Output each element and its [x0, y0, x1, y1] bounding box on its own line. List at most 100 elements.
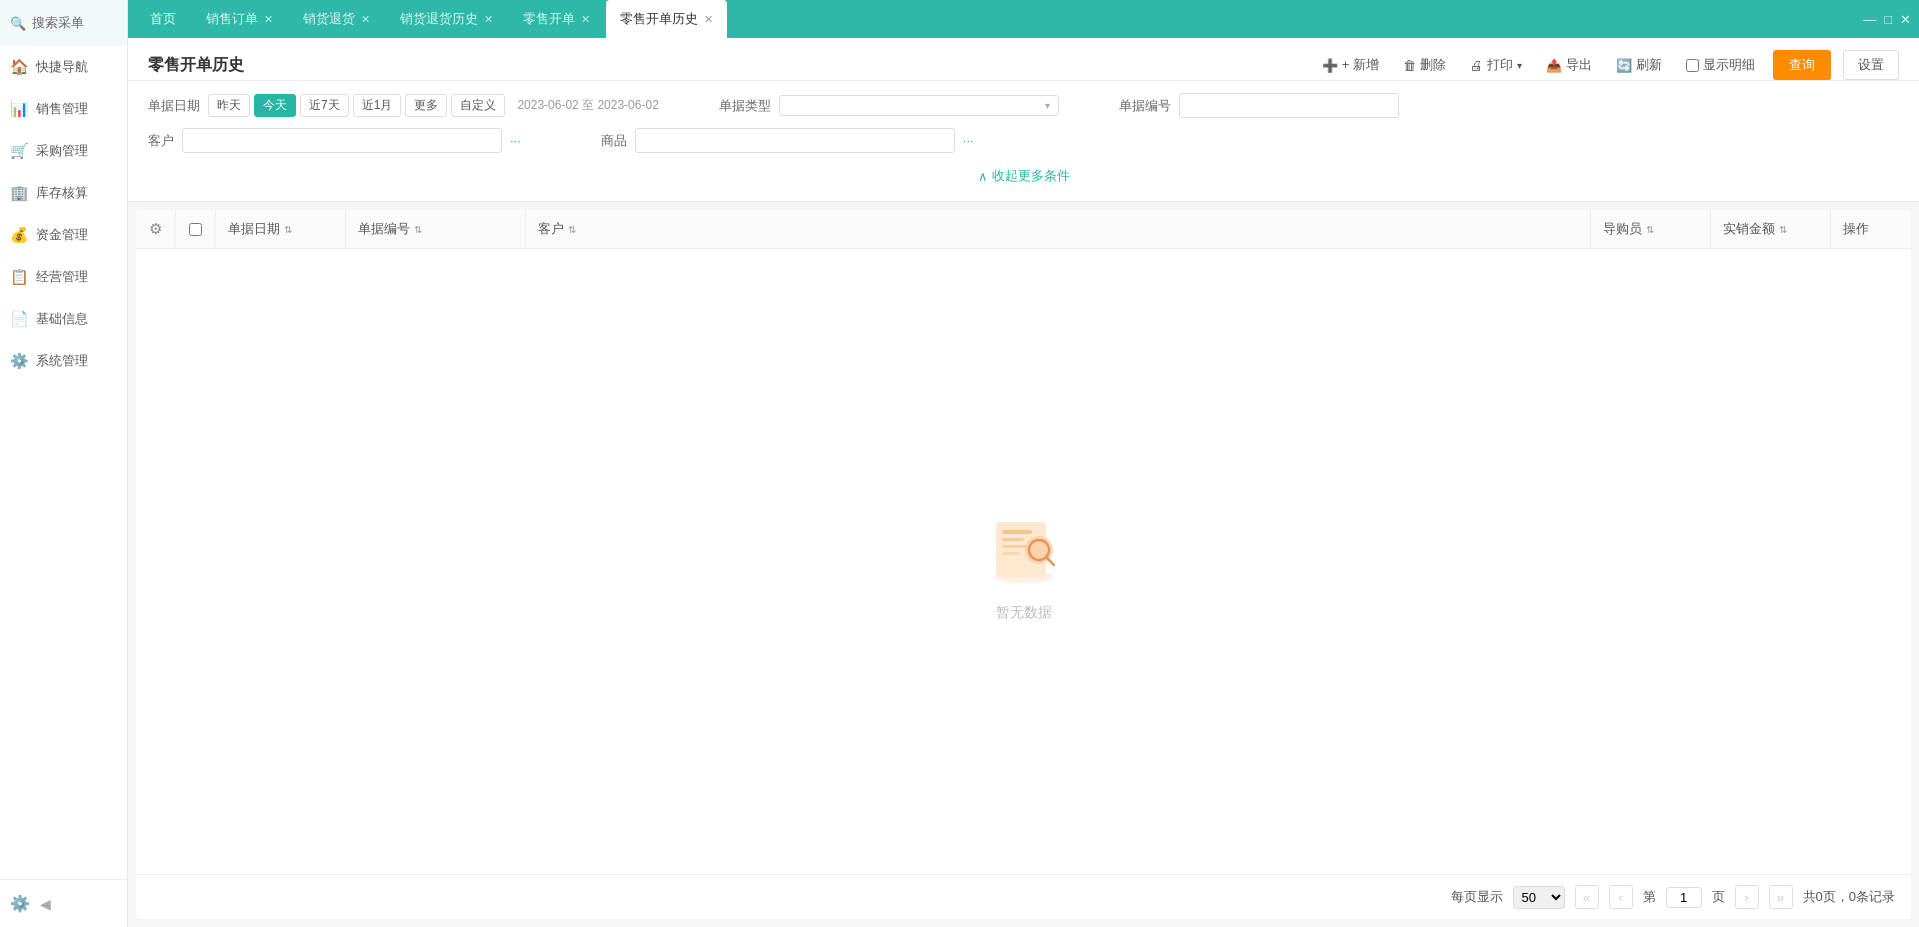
gear-icon[interactable]: ⚙	[149, 220, 162, 238]
th-check[interactable]	[176, 210, 216, 248]
collapse-sidebar-icon[interactable]: ◀	[40, 896, 51, 912]
collapse-button[interactable]: ∧ 收起更多条件	[968, 163, 1080, 189]
per-page-select[interactable]: 50 10 20 100	[1513, 886, 1565, 909]
th-date: 单据日期 ⇅	[216, 210, 346, 248]
th-settings[interactable]: ⚙	[136, 210, 176, 248]
sidebar: 🔍 搜索采单 🏠 快捷导航 📊 销售管理 🛒 采购管理 🏢 库存核算 💰 资金管…	[0, 0, 128, 927]
display-detail-button[interactable]: 显示明细	[1680, 52, 1761, 78]
goods-label: 商品	[601, 132, 627, 150]
delete-button[interactable]: 🗑 删除	[1397, 52, 1452, 78]
chart-icon: 📊	[10, 100, 28, 118]
bill-type-label: 单据类型	[719, 97, 771, 115]
bill-num-input[interactable]	[1179, 93, 1399, 118]
sidebar-item-basic-info[interactable]: 📄 基础信息	[0, 298, 127, 340]
th-guide: 导购员 ⇅	[1591, 210, 1711, 248]
sidebar-item-operation[interactable]: 📋 经营管理	[0, 256, 127, 298]
plus-icon: ➕	[1322, 58, 1338, 73]
print-button[interactable]: 🖨 打印 ▾	[1464, 52, 1528, 78]
sidebar-item-label: 资金管理	[36, 226, 88, 244]
sidebar-item-sales-mgmt[interactable]: 📊 销售管理	[0, 88, 127, 130]
export-button[interactable]: 📤 导出	[1540, 52, 1598, 78]
svg-rect-4	[1002, 545, 1028, 548]
gear-sidebar-icon: ⚙️	[10, 352, 28, 370]
bill-type-select[interactable]: ▾	[779, 95, 1059, 116]
trash-icon: 🗑	[1403, 58, 1416, 73]
sort-guide-icon[interactable]: ⇅	[1646, 224, 1654, 235]
date-filter-label: 单据日期	[148, 97, 200, 115]
customer-dots[interactable]: ···	[510, 133, 521, 148]
refresh-button[interactable]: 🔄 刷新	[1610, 52, 1668, 78]
customer-input[interactable]	[182, 128, 502, 153]
th-guide-label: 导购员	[1603, 220, 1642, 238]
last7-btn[interactable]: 近7天	[300, 94, 349, 117]
sidebar-search-label: 搜索采单	[32, 14, 84, 32]
print-icon: 🖨	[1470, 58, 1483, 73]
svg-line-8	[1047, 558, 1054, 565]
doc-icon: 📄	[10, 310, 28, 328]
sidebar-item-label: 采购管理	[36, 142, 88, 160]
goods-dots[interactable]: ···	[963, 133, 974, 148]
maximize-icon[interactable]: □	[1884, 12, 1892, 27]
sidebar-bottom: ⚙️ ◀	[0, 879, 127, 927]
sort-date-icon[interactable]: ⇅	[284, 224, 292, 235]
sidebar-item-inventory[interactable]: 🏢 库存核算	[0, 172, 127, 214]
sort-amount-icon[interactable]: ⇅	[1779, 224, 1787, 235]
svg-rect-3	[1002, 538, 1024, 541]
empty-illustration	[974, 502, 1074, 592]
sidebar-item-purchase-mgmt[interactable]: 🛒 采购管理	[0, 130, 127, 172]
date-filter: 单据日期 昨天 今天 近7天 近1月 更多 自定义 2023-06-02 至 2…	[148, 94, 659, 117]
first-page-btn[interactable]: «	[1575, 885, 1599, 909]
page-input[interactable]	[1666, 887, 1702, 908]
bill-num-filter: 单据编号	[1119, 93, 1399, 118]
cart-icon: 🛒	[10, 142, 28, 160]
th-actions: 操作	[1831, 210, 1911, 248]
custom-btn[interactable]: 自定义	[451, 94, 505, 117]
sort-customer-icon[interactable]: ⇅	[568, 224, 576, 235]
minimize-icon[interactable]: —	[1863, 12, 1876, 27]
more-btn[interactable]: 更多	[405, 94, 447, 117]
tab-close-icon[interactable]: ✕	[361, 13, 370, 26]
today-btn[interactable]: 今天	[254, 94, 296, 117]
next-page-btn[interactable]: ›	[1735, 885, 1759, 909]
tab-close-icon[interactable]: ✕	[704, 13, 713, 26]
main-area: 首页 销售订单 ✕ 销货退货 ✕ 销货退货历史 ✕ 零售开单 ✕ 零售开单历史 …	[128, 0, 1919, 927]
close-window-icon[interactable]: ✕	[1900, 12, 1911, 27]
prev-page-btn[interactable]: ‹	[1609, 885, 1633, 909]
date-buttons: 昨天 今天 近7天 近1月 更多 自定义	[208, 94, 505, 117]
settings-bottom-icon[interactable]: ⚙️	[10, 894, 30, 913]
table-header: ⚙ 单据日期 ⇅ 单据编号 ⇅ 客户 ⇅ 导购员	[136, 210, 1911, 249]
last-month-btn[interactable]: 近1月	[353, 94, 402, 117]
query-button[interactable]: 查询	[1773, 50, 1831, 80]
tab-sales-return-history[interactable]: 销货退货历史 ✕	[386, 0, 507, 38]
page-header: 零售开单历史 ➕ + 新增 🗑 删除 🖨 打印 ▾ 📤 导出	[128, 38, 1919, 81]
sidebar-item-label: 经营管理	[36, 268, 88, 286]
sidebar-item-finance[interactable]: 💰 资金管理	[0, 214, 127, 256]
tab-sales-order[interactable]: 销售订单 ✕	[192, 0, 287, 38]
display-detail-checkbox[interactable]	[1686, 59, 1699, 72]
goods-input[interactable]	[635, 128, 955, 153]
tab-retail-history[interactable]: 零售开单历史 ✕	[606, 0, 727, 38]
sidebar-item-quick-nav[interactable]: 🏠 快捷导航	[0, 46, 127, 88]
chevron-up-icon: ∧	[978, 169, 988, 184]
sidebar-item-sys-mgmt[interactable]: ⚙️ 系统管理	[0, 340, 127, 382]
table-area: ⚙ 单据日期 ⇅ 单据编号 ⇅ 客户 ⇅ 导购员	[136, 210, 1911, 919]
settings-button[interactable]: 设置	[1843, 50, 1899, 80]
home-icon: 🏠	[10, 58, 28, 76]
chevron-down-icon: ▾	[1517, 60, 1522, 71]
operation-icon: 📋	[10, 268, 28, 286]
customer-filter: 客户 ···	[148, 128, 521, 153]
sort-num-icon[interactable]: ⇅	[414, 224, 422, 235]
tab-home[interactable]: 首页	[136, 4, 190, 34]
last-page-btn[interactable]: »	[1769, 885, 1793, 909]
select-all-checkbox[interactable]	[189, 223, 202, 236]
filter-section: 单据日期 昨天 今天 近7天 近1月 更多 自定义 2023-06-02 至 2…	[128, 81, 1919, 202]
yesterday-btn[interactable]: 昨天	[208, 94, 250, 117]
add-button[interactable]: ➕ + 新增	[1316, 52, 1385, 78]
tab-retail-open[interactable]: 零售开单 ✕	[509, 0, 604, 38]
tab-close-icon[interactable]: ✕	[484, 13, 493, 26]
export-icon: 📤	[1546, 58, 1562, 73]
tab-sales-return[interactable]: 销货退货 ✕	[289, 0, 384, 38]
tab-close-icon[interactable]: ✕	[264, 13, 273, 26]
sidebar-search[interactable]: 🔍 搜索采单	[0, 0, 127, 46]
tab-close-icon[interactable]: ✕	[581, 13, 590, 26]
